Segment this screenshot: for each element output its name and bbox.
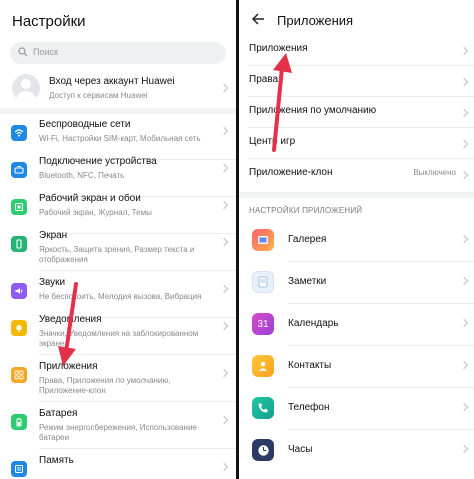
calendar-icon-text: 31 [257, 318, 269, 330]
app-item-notes[interactable]: Заметки [239, 262, 474, 304]
account-title: Вход через аккаунт Huawei [49, 76, 175, 87]
chevron-right-icon [459, 77, 469, 87]
app-twin-status: Выключено [413, 168, 456, 177]
app-label: Календарь [288, 318, 339, 329]
menu-item-label: Права [249, 74, 279, 85]
page-title: Приложения [277, 13, 354, 28]
menu-item-label: Центр игр [249, 136, 296, 147]
search-input[interactable]: Поиск [10, 42, 226, 64]
chevron-right-icon [459, 139, 469, 149]
chevron-right-icon [459, 170, 469, 180]
chevron-right-icon [219, 163, 229, 173]
chevron-right-icon [459, 46, 469, 56]
settings-item-apps[interactable]: Приложения Права, Приложения по умолчани… [0, 356, 236, 402]
battery-icon [11, 414, 27, 430]
settings-item-subtitle: Значки, Уведомления на заблокированном э… [39, 329, 199, 348]
app-label: Телефон [288, 402, 330, 413]
chevron-right-icon [459, 318, 469, 328]
chevron-right-icon [459, 444, 469, 454]
notes-icon [252, 271, 274, 293]
page-title: Настройки [12, 13, 86, 30]
settings-item-title: Беспроводные сети [39, 119, 131, 130]
app-item-calendar[interactable]: 31 Календарь [239, 304, 474, 346]
chevron-right-icon [219, 237, 229, 247]
settings-item-title: Батарея [39, 408, 78, 419]
chevron-right-icon [219, 284, 229, 294]
chevron-right-icon [219, 462, 229, 472]
chevron-right-icon [459, 276, 469, 286]
apps-item-app-twin[interactable]: Приложение-клон Выключено [239, 160, 474, 190]
device-connection-icon [11, 162, 27, 178]
apps-item-applications[interactable]: Приложения [239, 36, 474, 66]
clock-icon [252, 439, 274, 461]
apps-item-game-center[interactable]: Центр игр [239, 129, 474, 159]
contacts-icon [252, 355, 274, 377]
settings-item-title: Приложения [39, 361, 98, 372]
app-item-gallery[interactable]: Галерея [239, 220, 474, 262]
sound-icon [11, 283, 27, 299]
settings-item-subtitle: Bluetooth, NFC, Печать [39, 171, 125, 180]
avatar [12, 74, 40, 102]
settings-item-subtitle: Рабочий экран, Журнал, Темы [39, 208, 152, 217]
chevron-right-icon [219, 83, 229, 93]
settings-item-subtitle: Wi-Fi, Настройки SIM-карт, Мобильная сет… [39, 134, 201, 143]
apps-item-permissions[interactable]: Права [239, 67, 474, 97]
chevron-right-icon [219, 200, 229, 210]
settings-item-subtitle: Права, Приложения по умолчанию, Приложен… [39, 376, 171, 395]
apps-icon [11, 367, 27, 383]
settings-item-title: Рабочий экран и обои [39, 193, 141, 204]
storage-icon [11, 461, 27, 477]
chevron-right-icon [459, 234, 469, 244]
app-label: Галерея [288, 234, 327, 245]
home-screen-icon [11, 199, 27, 215]
settings-item-subtitle: Яркость, Защита зрения, Размер текста и … [39, 245, 195, 264]
chevron-right-icon [459, 402, 469, 412]
display-icon [11, 236, 27, 252]
settings-item-notifications[interactable]: Уведомления Значки, Уведомления на забло… [0, 309, 236, 355]
settings-item-title: Память [39, 455, 74, 466]
gallery-icon [252, 229, 274, 251]
huawei-account-item[interactable]: Вход через аккаунт Huawei Доступ к серви… [0, 70, 236, 110]
settings-item-battery[interactable]: Батарея Режим энергосбережения, Использо… [0, 403, 236, 449]
settings-item-title: Звуки [39, 277, 66, 288]
settings-item-subtitle: Режим энергосбережения, Использование ба… [39, 423, 197, 442]
search-icon [18, 47, 28, 57]
settings-item-title: Экран [39, 230, 68, 241]
settings-item-display[interactable]: Экран Яркость, Защита зрения, Размер тек… [0, 225, 236, 271]
chevron-right-icon [459, 108, 469, 118]
app-label: Контакты [288, 360, 332, 371]
chevron-right-icon [459, 360, 469, 370]
settings-item-title: Уведомления [39, 314, 102, 325]
apps-panel: Приложения Приложения Права Приложения п… [239, 0, 474, 479]
notifications-icon [11, 320, 27, 336]
app-item-phone[interactable]: Телефон [239, 388, 474, 430]
chevron-right-icon [219, 321, 229, 331]
app-label: Заметки [288, 276, 327, 287]
settings-item-subtitle: Не беспокоить, Мелодия вызова, Вибрация [39, 292, 202, 301]
phone-icon [252, 397, 274, 419]
menu-item-label: Приложения [249, 43, 308, 54]
settings-item-storage[interactable]: Память [0, 450, 236, 479]
search-placeholder: Поиск [33, 47, 58, 57]
apps-item-default-apps[interactable]: Приложения по умолчанию [239, 98, 474, 128]
account-subtitle: Доступ к сервисам Huawei [49, 91, 148, 100]
calendar-icon: 31 [252, 313, 274, 335]
wifi-icon [11, 125, 27, 141]
menu-item-label: Приложение-клон [249, 167, 333, 178]
section-divider [239, 192, 474, 198]
chevron-right-icon [219, 126, 229, 136]
app-item-clock[interactable]: Часы [239, 430, 474, 472]
back-arrow-icon[interactable] [251, 12, 265, 26]
app-label: Часы [288, 444, 313, 455]
settings-panel: Настройки Поиск Вход через аккаунт Huawe… [0, 0, 236, 479]
app-item-contacts[interactable]: Контакты [239, 346, 474, 388]
menu-item-label: Приложения по умолчанию [249, 105, 377, 116]
section-header: НАСТРОЙКИ ПРИЛОЖЕНИЙ [249, 206, 363, 215]
chevron-right-icon [219, 368, 229, 378]
chevron-right-icon [219, 415, 229, 425]
settings-item-title: Подключение устройства [39, 156, 157, 167]
